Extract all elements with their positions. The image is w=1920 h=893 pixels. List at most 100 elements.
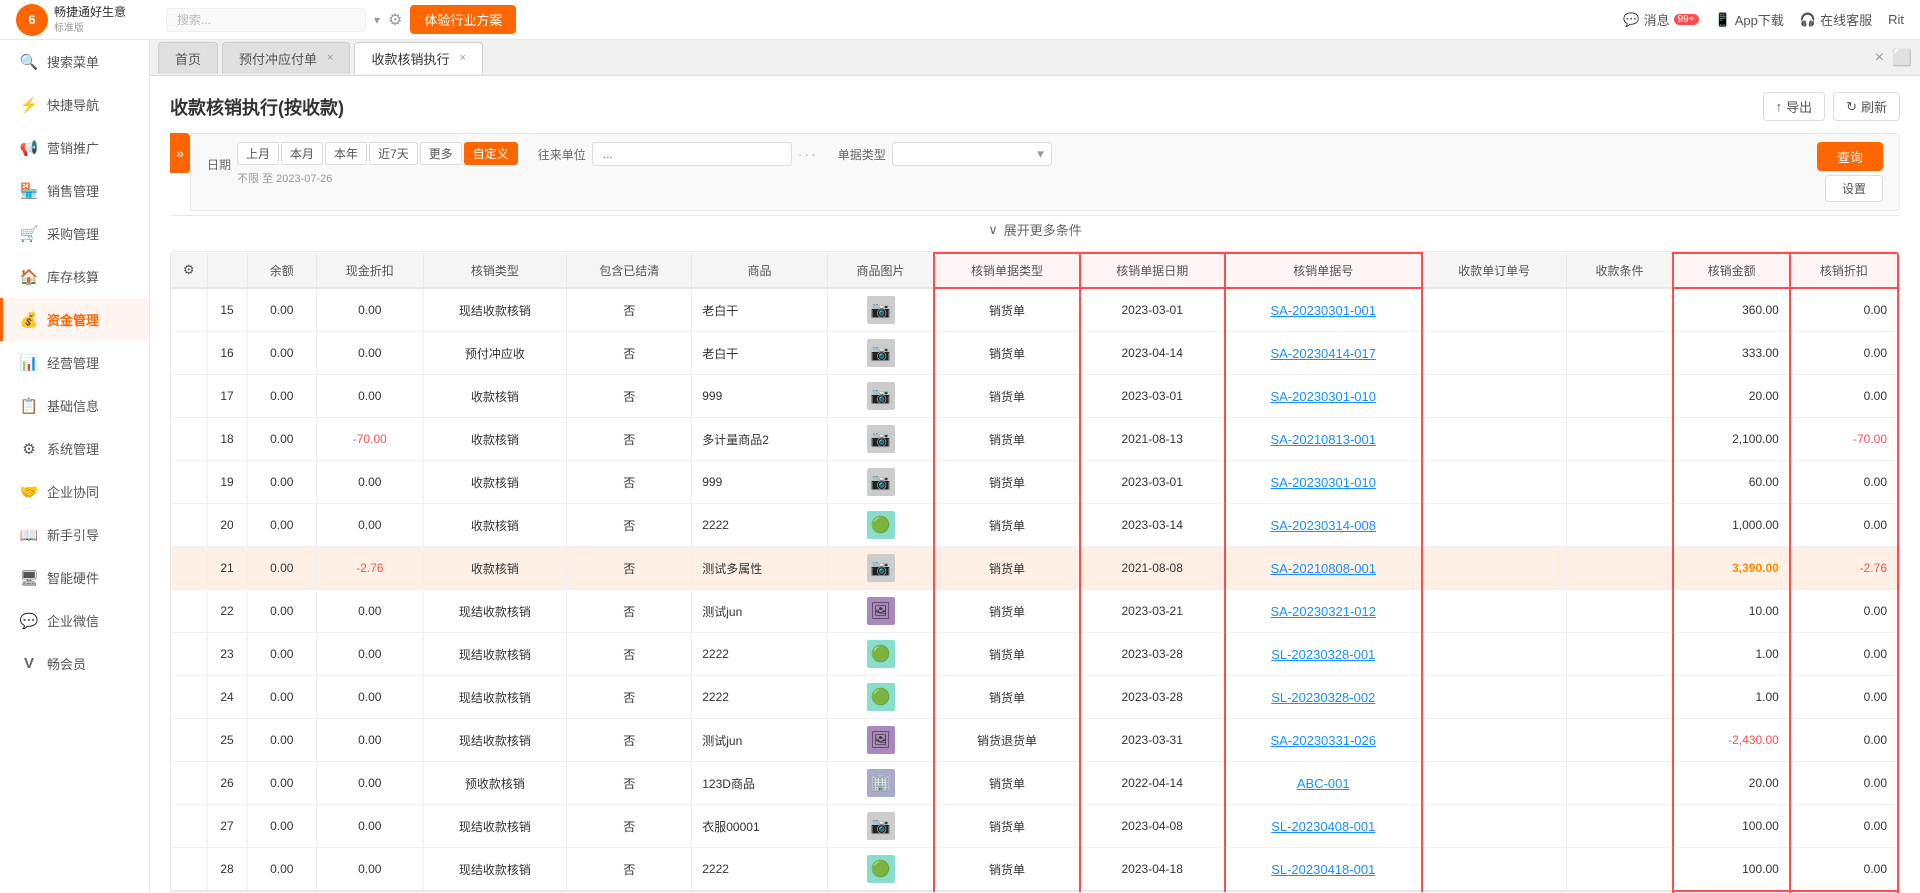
col-bill-no-cell[interactable]: SL-20230328-001	[1225, 633, 1422, 676]
sidebar-item-quick-nav[interactable]: ⚡ 快捷导航	[0, 83, 149, 126]
bill-no-link[interactable]: SL-20230408-001	[1271, 819, 1375, 834]
user-item[interactable]: Rit	[1888, 12, 1904, 27]
sidebar-label-hardware: 智能硬件	[47, 568, 99, 587]
col-included-clear-cell: 否	[567, 504, 692, 547]
filter-expand-btn[interactable]: »	[170, 133, 190, 173]
sidebar-item-guide[interactable]: 📖 新手引导	[0, 513, 149, 556]
bill-no-link[interactable]: SA-20230301-010	[1270, 389, 1376, 404]
col-goods-image-cell: 🖼	[827, 719, 934, 762]
col-bill-no-cell[interactable]: SL-20230408-001	[1225, 805, 1422, 848]
tab-close-window-icon[interactable]: ×	[1875, 49, 1884, 67]
bill-no-link[interactable]: SA-20230301-001	[1270, 303, 1376, 318]
search-dropdown-arrow[interactable]: ▾	[374, 13, 380, 27]
bill-no-link[interactable]: SA-20230314-008	[1270, 518, 1376, 533]
col-bill-date-cell: 2023-03-28	[1080, 633, 1225, 676]
bill-no-link[interactable]: SA-20210813-001	[1270, 432, 1376, 447]
setting-btn[interactable]: 设置	[1825, 175, 1883, 202]
col-bill-no-cell[interactable]: SA-20210808-001	[1225, 547, 1422, 590]
sidebar-item-purchase[interactable]: 🛒 采购管理	[0, 212, 149, 255]
col-cash-discount: 现金折扣	[317, 253, 424, 288]
col-bill-type-col-cell: 销货单	[934, 332, 1079, 375]
export-btn[interactable]: ↑ 导出	[1763, 92, 1826, 121]
col-balance-cell: 0.00	[247, 848, 317, 892]
sidebar-item-member[interactable]: V 畅会员	[0, 642, 149, 685]
sidebar-item-enterprise[interactable]: 🤝 企业协同	[0, 470, 149, 513]
bill-no-link[interactable]: SA-20230321-012	[1270, 604, 1376, 619]
table-row: 17 0.00 0.00 收款核销 否 999 📷 销货单 2023-03-01…	[171, 375, 1898, 418]
goods-image: 📷	[867, 339, 895, 367]
tab-receipts-close[interactable]: ×	[459, 52, 465, 64]
sidebar-item-wechat[interactable]: 💬 企业微信	[0, 599, 149, 642]
bill-no-link[interactable]: SL-20230328-001	[1271, 647, 1375, 662]
col-verify-discount-cell: 0.00	[1790, 504, 1898, 547]
purchase-icon: 🛒	[19, 225, 39, 243]
col-bill-no-cell[interactable]: SA-20230321-012	[1225, 590, 1422, 633]
col-included-clear-cell: 否	[567, 633, 692, 676]
online-service-item[interactable]: 🎧 在线客服	[1800, 10, 1872, 29]
page-inner: 收款核销执行(按收款) ↑ 导出 ↻ 刷新 »	[150, 76, 1920, 893]
col-bill-no-cell[interactable]: SA-20230314-008	[1225, 504, 1422, 547]
col-cash-discount-cell: 0.00	[317, 719, 424, 762]
top-search-input[interactable]	[166, 8, 366, 32]
sidebar-item-inventory[interactable]: 🏠 库存核算	[0, 255, 149, 298]
bill-no-link[interactable]: SL-20230418-001	[1271, 862, 1375, 877]
query-btn[interactable]: 查询	[1817, 142, 1883, 171]
col-bill-no-cell[interactable]: SA-20230301-001	[1225, 288, 1422, 332]
date-last-month[interactable]: 上月	[237, 142, 279, 165]
tab-maximize-icon[interactable]: ⬜	[1892, 48, 1912, 68]
tab-home[interactable]: 首页	[158, 42, 218, 74]
col-bill-no-cell[interactable]: SA-20230301-010	[1225, 375, 1422, 418]
page-content: 收款核销执行(按收款) ↑ 导出 ↻ 刷新 »	[150, 76, 1920, 893]
bill-no-link[interactable]: ABC-001	[1297, 776, 1350, 791]
col-bill-no-cell[interactable]: SL-20230418-001	[1225, 848, 1422, 892]
col-receipt-order-cell	[1422, 461, 1566, 504]
industry-btn[interactable]: 体验行业方案	[410, 5, 516, 34]
sidebar-item-business[interactable]: 📊 经营管理	[0, 341, 149, 384]
col-bill-no-cell[interactable]: SL-20230328-002	[1225, 676, 1422, 719]
inventory-icon: 🏠	[19, 268, 39, 286]
date-more[interactable]: 更多	[420, 142, 462, 165]
col-bill-no-cell[interactable]: SA-20210813-001	[1225, 418, 1422, 461]
col-seq-cell: 18	[207, 418, 247, 461]
col-settings[interactable]: ⚙	[171, 253, 207, 288]
date-7days[interactable]: 近7天	[369, 142, 418, 165]
bill-no-link[interactable]: SA-20230331-026	[1270, 733, 1376, 748]
sidebar-item-basic[interactable]: 📋 基础信息	[0, 384, 149, 427]
col-balance-cell: 0.00	[247, 375, 317, 418]
sidebar-item-marketing[interactable]: 📢 营销推广	[0, 126, 149, 169]
sidebar-item-system[interactable]: ⚙ 系统管理	[0, 427, 149, 470]
sidebar-item-finance[interactable]: 💰 资金管理	[0, 298, 149, 341]
col-goods-cell: 老白干	[692, 332, 827, 375]
wechat-icon: 💬	[19, 612, 39, 630]
bill-no-link[interactable]: SA-20210808-001	[1270, 561, 1376, 576]
date-this-month[interactable]: 本月	[281, 142, 323, 165]
app-download-item[interactable]: 📱 App下载	[1715, 10, 1784, 29]
bill-no-link[interactable]: SA-20230301-010	[1270, 475, 1376, 490]
date-this-year[interactable]: 本年	[325, 142, 367, 165]
sidebar-item-hardware[interactable]: 🖥 智能硬件	[0, 556, 149, 599]
date-label: 日期	[207, 156, 231, 173]
col-bill-no-cell[interactable]: SA-20230414-017	[1225, 332, 1422, 375]
tab-prepay-close[interactable]: ×	[327, 52, 333, 64]
tab-prepay[interactable]: 预付冲应付单 ×	[222, 42, 350, 74]
bill-no-link[interactable]: SA-20230414-017	[1270, 346, 1376, 361]
bill-no-link[interactable]: SL-20230328-002	[1271, 690, 1375, 705]
messages-item[interactable]: 💬 消息 99+	[1623, 10, 1698, 29]
tab-receipts[interactable]: 收款核销执行 ×	[354, 42, 482, 74]
col-goods-image-cell: 🖼	[827, 590, 934, 633]
settings-icon[interactable]: ⚙	[388, 10, 402, 30]
col-bill-type-col-cell: 销货单	[934, 762, 1079, 805]
date-custom[interactable]: 自定义	[464, 142, 518, 165]
refresh-btn[interactable]: ↻ 刷新	[1833, 92, 1900, 121]
expand-more-bar[interactable]: ∨ 展开更多条件	[170, 215, 1900, 243]
col-bill-no-cell[interactable]: SA-20230331-026	[1225, 719, 1422, 762]
sidebar-item-sales[interactable]: 🏪 销售管理	[0, 169, 149, 212]
quick-nav-icon: ⚡	[19, 96, 39, 114]
bill-type-select[interactable]	[892, 142, 1052, 166]
sidebar-item-search[interactable]: 🔍 搜索菜单	[0, 40, 149, 83]
partner-input[interactable]	[592, 142, 792, 166]
col-bill-type: 核销单据类型	[934, 253, 1079, 288]
col-seq-cell: 19	[207, 461, 247, 504]
col-bill-no-cell[interactable]: SA-20230301-010	[1225, 461, 1422, 504]
col-bill-no-cell[interactable]: ABC-001	[1225, 762, 1422, 805]
